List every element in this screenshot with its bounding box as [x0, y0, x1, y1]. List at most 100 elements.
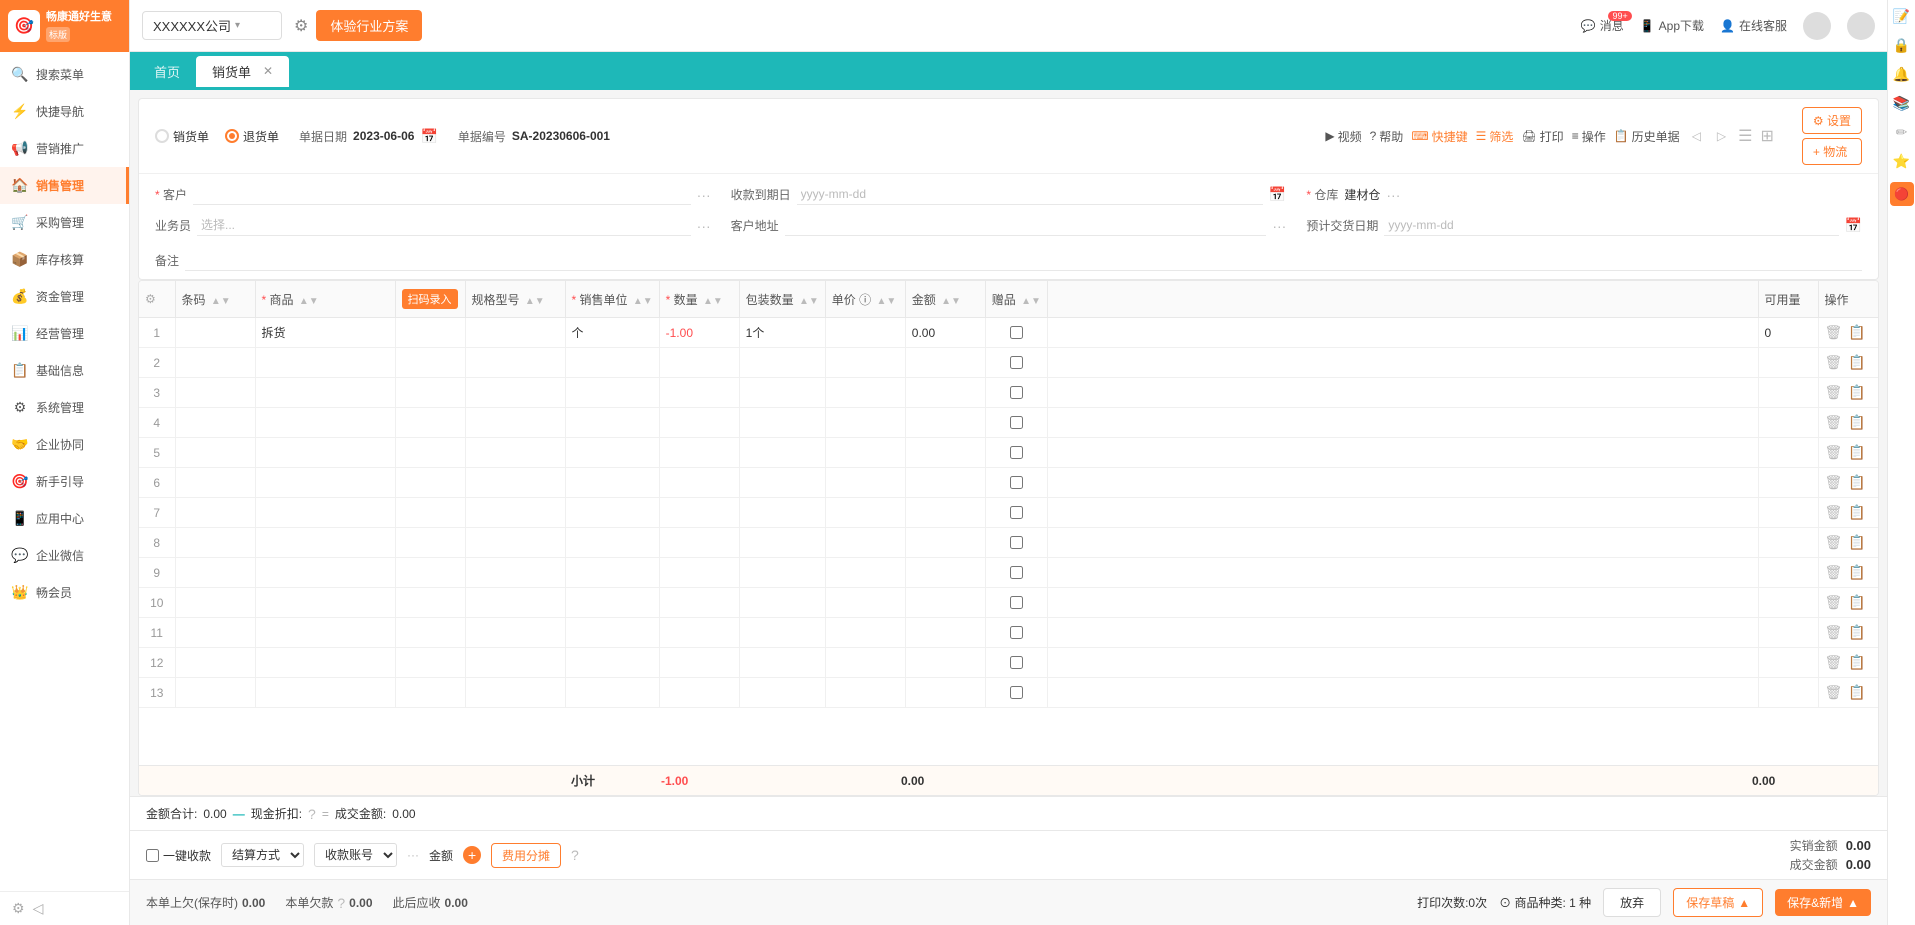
add-payment-btn[interactable]: +: [463, 846, 481, 864]
cell-qty-7[interactable]: [659, 498, 739, 528]
cell-amount-6[interactable]: [905, 468, 985, 498]
sidebar-item-marketing[interactable]: 📢营销推广: [0, 130, 129, 167]
cell-goods-8[interactable]: [255, 528, 395, 558]
right-panel-pen-icon[interactable]: ✏: [1896, 124, 1908, 141]
delete-icon-2[interactable]: 🗑: [1825, 354, 1843, 371]
cell-remark-5[interactable]: [1047, 438, 1758, 468]
sidebar-item-finance[interactable]: 💰资金管理: [0, 278, 129, 315]
cell-remark-13[interactable]: [1047, 678, 1758, 708]
cell-qty-10[interactable]: [659, 588, 739, 618]
cell-amount-10[interactable]: [905, 588, 985, 618]
gift-checkbox-5[interactable]: [1010, 446, 1023, 459]
cell-amount-1[interactable]: 0.00: [905, 318, 985, 348]
delete-icon-9[interactable]: 🗑: [1825, 564, 1843, 581]
cell-price-12[interactable]: [825, 648, 905, 678]
cell-goods-7[interactable]: [255, 498, 395, 528]
cell-remark-3[interactable]: [1047, 378, 1758, 408]
cell-price-5[interactable]: [825, 438, 905, 468]
cell-price-11[interactable]: [825, 618, 905, 648]
cell-gift-13[interactable]: [985, 678, 1047, 708]
copy-icon-4[interactable]: 📋: [1848, 414, 1865, 431]
cell-unit-7[interactable]: [565, 498, 659, 528]
cell-pack-6[interactable]: [739, 468, 825, 498]
cell-barcode-6[interactable]: [175, 468, 255, 498]
online-service-btn[interactable]: 👤 在线客服: [1720, 17, 1787, 34]
cell-goods-13[interactable]: [255, 678, 395, 708]
gift-checkbox-4[interactable]: [1010, 416, 1023, 429]
sidebar-item-system[interactable]: ⚙系统管理: [0, 389, 129, 426]
delivery-date-input[interactable]: [1384, 215, 1838, 236]
cell-price-7[interactable]: [825, 498, 905, 528]
cell-barcode-3[interactable]: [175, 378, 255, 408]
gift-checkbox-3[interactable]: [1010, 386, 1023, 399]
delete-icon-10[interactable]: 🗑: [1825, 594, 1843, 611]
cell-pack-2[interactable]: [739, 348, 825, 378]
save-new-button[interactable]: 保存&新增 ▲: [1775, 889, 1871, 916]
cell-qty-4[interactable]: [659, 408, 739, 438]
cell-amount-5[interactable]: [905, 438, 985, 468]
cell-gift-9[interactable]: [985, 558, 1047, 588]
gift-checkbox-13[interactable]: [1010, 686, 1023, 699]
cell-spec-10[interactable]: [465, 588, 565, 618]
sidebar-item-guide[interactable]: 🎯新手引导: [0, 463, 129, 500]
cell-amount-9[interactable]: [905, 558, 985, 588]
cell-barcode-8[interactable]: [175, 528, 255, 558]
cell-price-3[interactable]: [825, 378, 905, 408]
cell-qty-9[interactable]: [659, 558, 739, 588]
cell-barcode-12[interactable]: [175, 648, 255, 678]
cell-unit-12[interactable]: [565, 648, 659, 678]
scan-button[interactable]: 扫码录入: [402, 289, 458, 309]
cell-barcode-7[interactable]: [175, 498, 255, 528]
copy-icon-9[interactable]: 📋: [1848, 564, 1865, 581]
cell-unit-2[interactable]: [565, 348, 659, 378]
copy-icon-13[interactable]: 📋: [1848, 684, 1865, 701]
discard-button[interactable]: 放弃: [1603, 888, 1661, 917]
expense-split-btn[interactable]: 费用分摊: [491, 843, 561, 868]
cell-spec-11[interactable]: [465, 618, 565, 648]
cell-goods-2[interactable]: [255, 348, 395, 378]
receive-date-input[interactable]: [797, 184, 1263, 205]
cell-price-10[interactable]: [825, 588, 905, 618]
cell-spec-8[interactable]: [465, 528, 565, 558]
cell-qty-3[interactable]: [659, 378, 739, 408]
cell-price-2[interactable]: [825, 348, 905, 378]
remarks-input[interactable]: [185, 250, 1862, 271]
sidebar-item-purchase[interactable]: 🛒采购管理: [0, 204, 129, 241]
cell-spec-6[interactable]: [465, 468, 565, 498]
table-scroll[interactable]: ⚙ 条码 ▲▼ * 商品 ▲▼ 扫码录入 规格型号 ▲▼ * 销售单位 ▲▼ *…: [139, 281, 1878, 765]
cell-barcode-9[interactable]: [175, 558, 255, 588]
grid-view-icon[interactable]: ⊞: [1761, 126, 1774, 146]
sidebar-item-search[interactable]: 🔍搜索菜单: [0, 56, 129, 93]
one-click-checkbox[interactable]: [146, 849, 159, 862]
delete-icon-1[interactable]: 🗑: [1825, 324, 1843, 341]
cash-discount-help-icon[interactable]: ?: [308, 806, 316, 822]
gift-checkbox-7[interactable]: [1010, 506, 1023, 519]
delete-icon-6[interactable]: 🗑: [1825, 474, 1843, 491]
tab-home[interactable]: 首页: [138, 56, 196, 87]
cell-goods-4[interactable]: [255, 408, 395, 438]
gift-checkbox-6[interactable]: [1010, 476, 1023, 489]
cell-unit-6[interactable]: [565, 468, 659, 498]
operation-btn[interactable]: ≡操作: [1572, 128, 1606, 145]
sidebar-item-app-center[interactable]: 📱应用中心: [0, 500, 129, 537]
cell-barcode-4[interactable]: [175, 408, 255, 438]
right-panel-book-icon[interactable]: 📚: [1893, 95, 1910, 112]
gift-checkbox-12[interactable]: [1010, 656, 1023, 669]
gift-checkbox-10[interactable]: [1010, 596, 1023, 609]
user-avatar-2[interactable]: [1847, 12, 1875, 40]
cell-remark-4[interactable]: [1047, 408, 1758, 438]
cell-qty-1[interactable]: -1.00: [659, 318, 739, 348]
minus-icon[interactable]: —: [233, 807, 245, 821]
list-view-icon[interactable]: ☰: [1738, 126, 1752, 146]
customer-address-input[interactable]: [785, 215, 1267, 236]
cell-unit-11[interactable]: [565, 618, 659, 648]
delete-icon-11[interactable]: 🗑: [1825, 624, 1843, 641]
help-btn[interactable]: ?帮助: [1370, 128, 1404, 145]
cell-unit-1[interactable]: 个: [565, 318, 659, 348]
trial-button[interactable]: 体验行业方案: [316, 10, 422, 41]
user-avatar[interactable]: [1803, 12, 1831, 40]
cell-goods-5[interactable]: [255, 438, 395, 468]
cell-goods-9[interactable]: [255, 558, 395, 588]
cell-barcode-13[interactable]: [175, 678, 255, 708]
sidebar-item-member[interactable]: 👑畅会员: [0, 574, 129, 611]
